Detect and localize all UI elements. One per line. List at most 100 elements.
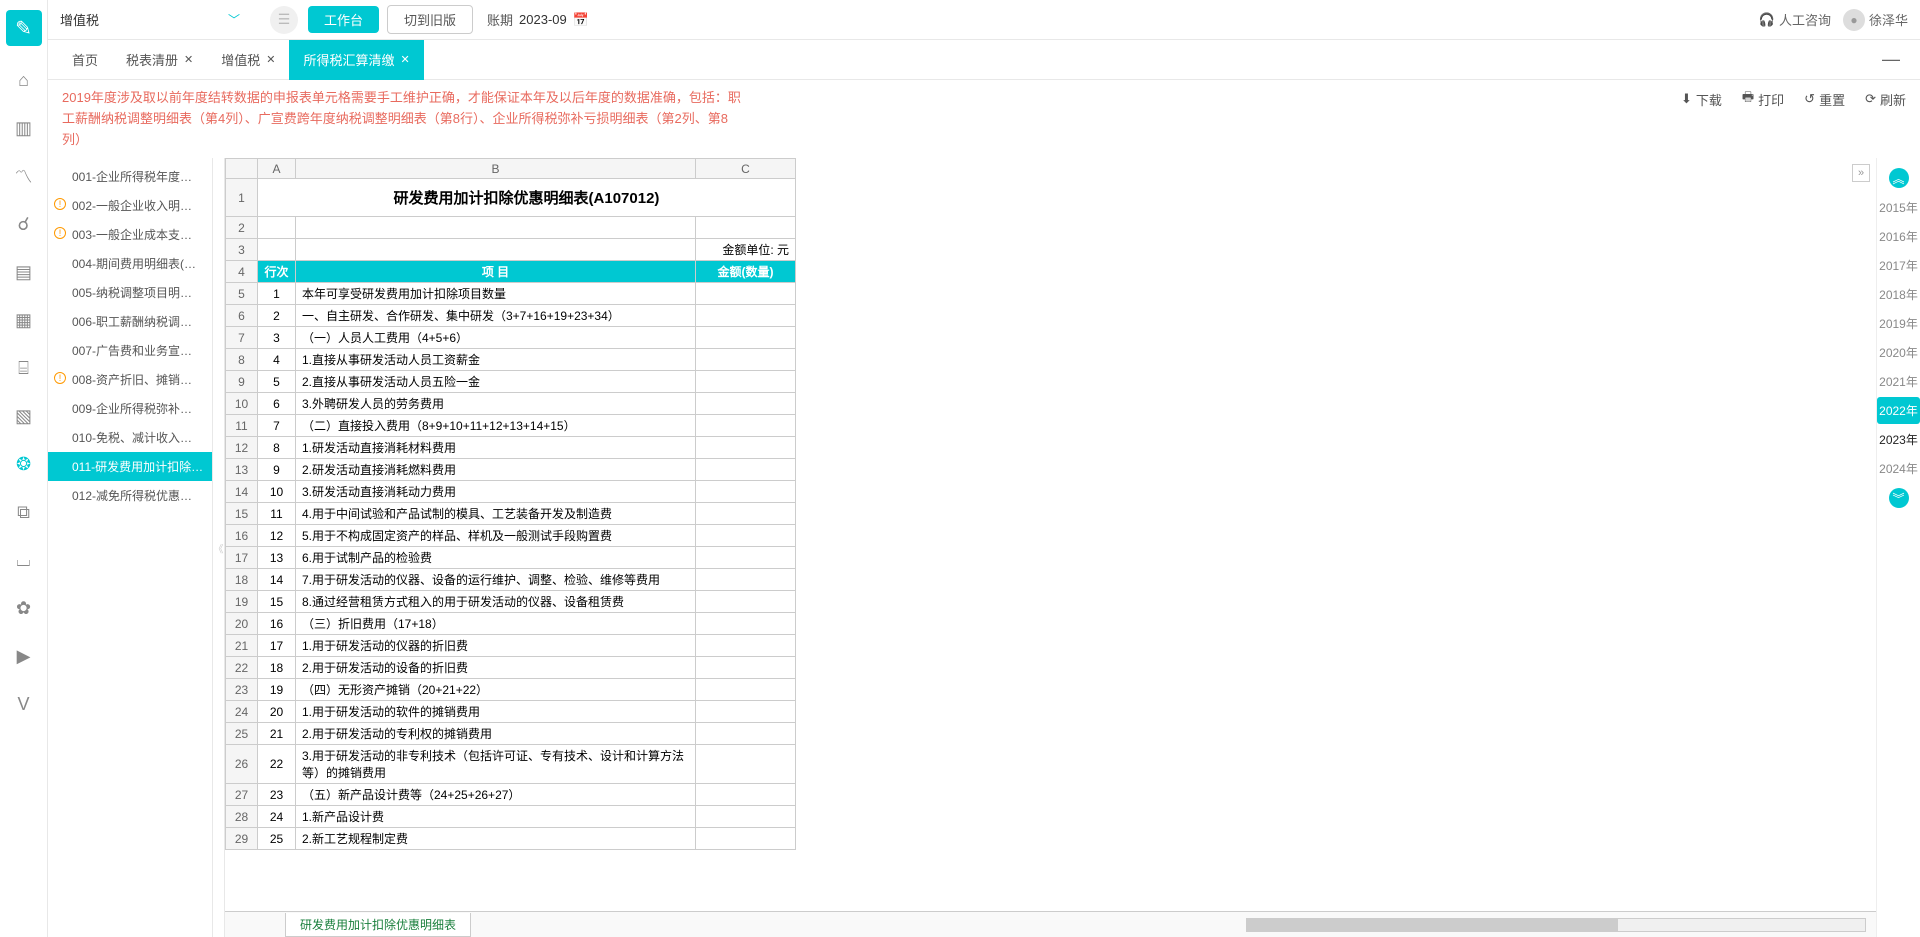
nav-active-icon[interactable]: ❂: [10, 450, 38, 478]
year-option[interactable]: 2020年: [1877, 339, 1920, 366]
form-item-label: 011-研发费用加计扣除优惠...: [72, 460, 212, 474]
nav-calendar-icon[interactable]: ▧: [10, 402, 38, 430]
warning-icon: !: [54, 198, 66, 210]
left-nav: ✎ ⌂ ▥ 〽 ☌ ▤ ▦ ⌸ ▧ ❂ ⧉ ⌴ ✿ ▶ V: [0, 0, 48, 937]
tab-税表清册[interactable]: 税表清册 ✕: [112, 40, 207, 80]
year-option[interactable]: 2022年: [1877, 397, 1920, 424]
form-item[interactable]: 001-企业所得税年度纳税申...: [48, 162, 212, 191]
tax-type-label: 增值税: [60, 10, 99, 29]
year-scroll-up[interactable]: ︽: [1889, 168, 1909, 188]
tab-bar: 首页 税表清册 ✕ 增值税 ✕ 所得税汇算清缴 ✕ —: [48, 40, 1920, 80]
period-value: 2023-09: [519, 12, 567, 27]
avatar-icon: ●: [1843, 9, 1865, 31]
nav-v-icon[interactable]: V: [10, 690, 38, 718]
print-button[interactable]: 🖶打印: [1742, 88, 1784, 110]
close-icon[interactable]: ✕: [266, 53, 275, 66]
nav-inbox-icon[interactable]: ⌴: [10, 546, 38, 574]
form-item[interactable]: 005-纳税调整项目明细表(A1...: [48, 278, 212, 307]
form-item-label: 001-企业所得税年度纳税申...: [72, 170, 212, 184]
nav-copy-icon[interactable]: ⧉: [10, 498, 38, 526]
expand-button[interactable]: »: [1852, 164, 1870, 182]
user-menu[interactable]: ● 徐泽华: [1843, 9, 1908, 31]
toolbar-actions: ⬇下载 🖶打印 ↺重置 ⟳刷新: [1681, 88, 1906, 110]
refresh-icon: ⟳: [1865, 91, 1876, 107]
switch-old-button[interactable]: 切到旧版: [387, 5, 473, 34]
nav-list-icon[interactable]: ▤: [10, 258, 38, 286]
warning-icon: !: [54, 227, 66, 239]
year-option[interactable]: 2019年: [1877, 310, 1920, 337]
tab-增值税[interactable]: 增值税 ✕: [207, 40, 289, 80]
round-button[interactable]: ☰: [270, 6, 298, 34]
year-option[interactable]: 2017年: [1877, 252, 1920, 279]
collapse-handle[interactable]: [213, 158, 225, 937]
horizontal-scrollbar[interactable]: [1246, 918, 1866, 932]
form-item[interactable]: 007-广告费和业务宣传费跨...: [48, 336, 212, 365]
nav-chart-icon[interactable]: 〽: [10, 162, 38, 190]
support-label: 人工咨询: [1779, 10, 1831, 29]
user-name: 徐泽华: [1869, 10, 1908, 29]
form-item-label: 004-期间费用明细表(A1040...: [72, 257, 212, 271]
tab-label: 首页: [72, 50, 98, 69]
collapse-tabs-button[interactable]: —: [1882, 49, 1900, 70]
app-logo: ✎: [6, 10, 42, 46]
warning-icon: !: [54, 372, 66, 384]
tab-首页[interactable]: 首页: [58, 40, 112, 80]
nav-badge-icon[interactable]: ⌸: [10, 354, 38, 382]
nav-home-icon[interactable]: ⌂: [10, 66, 38, 94]
sheet-scroll[interactable]: ABC1研发费用加计扣除优惠明细表(A107012)23金额单位: 元4行次项 …: [225, 158, 1876, 911]
tab-所得税汇算清缴[interactable]: 所得税汇算清缴 ✕: [289, 40, 423, 80]
form-item[interactable]: 011-研发费用加计扣除优惠...: [48, 452, 212, 481]
nav-doc-icon[interactable]: ▥: [10, 114, 38, 142]
close-icon[interactable]: ✕: [184, 53, 193, 66]
year-option[interactable]: 2018年: [1877, 281, 1920, 308]
nav-grid-icon[interactable]: ▦: [10, 306, 38, 334]
form-item[interactable]: 004-期间费用明细表(A1040...: [48, 249, 212, 278]
form-item[interactable]: 012-减免所得税优惠明细表(...: [48, 481, 212, 510]
download-button[interactable]: ⬇下载: [1681, 88, 1722, 110]
period-label: 账期: [487, 10, 513, 29]
year-option[interactable]: 2024年: [1877, 455, 1920, 482]
nav-gear-icon[interactable]: ✿: [10, 594, 38, 622]
form-item[interactable]: ! 003-一般企业成本支出明细...: [48, 220, 212, 249]
form-item[interactable]: 006-职工薪酬纳税调整明细...: [48, 307, 212, 336]
year-option[interactable]: 2021年: [1877, 368, 1920, 395]
reset-icon: ↺: [1804, 91, 1815, 107]
tax-type-dropdown[interactable]: 增值税 ﹀: [60, 10, 240, 29]
download-icon: ⬇: [1681, 91, 1692, 107]
year-option[interactable]: 2015年: [1877, 194, 1920, 221]
year-rail: ︽ 2015年2016年2017年2018年2019年2020年2021年2022…: [1876, 158, 1920, 937]
chevron-down-icon: ﹀: [228, 11, 240, 28]
notice-text: 2019年度涉及取以前年度结转数据的申报表单元格需要手工维护正确，才能保证本年及…: [62, 88, 742, 150]
form-item-label: 003-一般企业成本支出明细...: [72, 228, 212, 242]
form-item[interactable]: ! 008-资产折旧、摊销及纳税...: [48, 365, 212, 394]
tab-label: 增值税: [221, 50, 260, 69]
form-item[interactable]: 009-企业所得税弥补亏损明...: [48, 394, 212, 423]
form-list: 001-企业所得税年度纳税申...! 002-一般企业收入明细表(A...! 003…: [48, 158, 213, 937]
sheet-tab[interactable]: 研发费用加计扣除优惠明细表: [285, 913, 471, 937]
refresh-button[interactable]: ⟳刷新: [1865, 88, 1906, 110]
year-option[interactable]: 2023年: [1877, 426, 1920, 453]
support-link[interactable]: 🎧 人工咨询: [1759, 10, 1831, 29]
tab-label: 所得税汇算清缴: [303, 50, 394, 69]
nav-play-icon[interactable]: ▶: [10, 642, 38, 670]
reset-button[interactable]: ↺重置: [1804, 88, 1845, 110]
calendar-icon[interactable]: 📅: [573, 12, 589, 28]
form-item-label: 005-纳税调整项目明细表(A1...: [72, 286, 212, 300]
workbench-button[interactable]: 工作台: [308, 6, 379, 33]
form-item-label: 010-免税、减计收入及加计...: [72, 431, 212, 445]
form-item-label: 002-一般企业收入明细表(A...: [72, 199, 212, 213]
form-item-label: 009-企业所得税弥补亏损明...: [72, 402, 212, 416]
content-area: 2019年度涉及取以前年度结转数据的申报表单元格需要手工维护正确，才能保证本年及…: [48, 80, 1920, 937]
year-scroll-down[interactable]: ︾: [1889, 488, 1909, 508]
year-option[interactable]: 2016年: [1877, 223, 1920, 250]
form-item[interactable]: ! 002-一般企业收入明细表(A...: [48, 191, 212, 220]
form-item[interactable]: 010-免税、减计收入及加计...: [48, 423, 212, 452]
spreadsheet-area: » ABC1研发费用加计扣除优惠明细表(A107012)23金额单位: 元4行次…: [225, 158, 1876, 937]
sheet-footer: 研发费用加计扣除优惠明细表: [225, 911, 1876, 937]
nav-bag-icon[interactable]: ☌: [10, 210, 38, 238]
headset-icon: 🎧: [1759, 12, 1775, 28]
spreadsheet[interactable]: ABC1研发费用加计扣除优惠明细表(A107012)23金额单位: 元4行次项 …: [225, 158, 796, 850]
close-icon[interactable]: ✕: [401, 53, 410, 66]
form-item-label: 008-资产折旧、摊销及纳税...: [72, 373, 212, 387]
tab-label: 税表清册: [126, 50, 178, 69]
